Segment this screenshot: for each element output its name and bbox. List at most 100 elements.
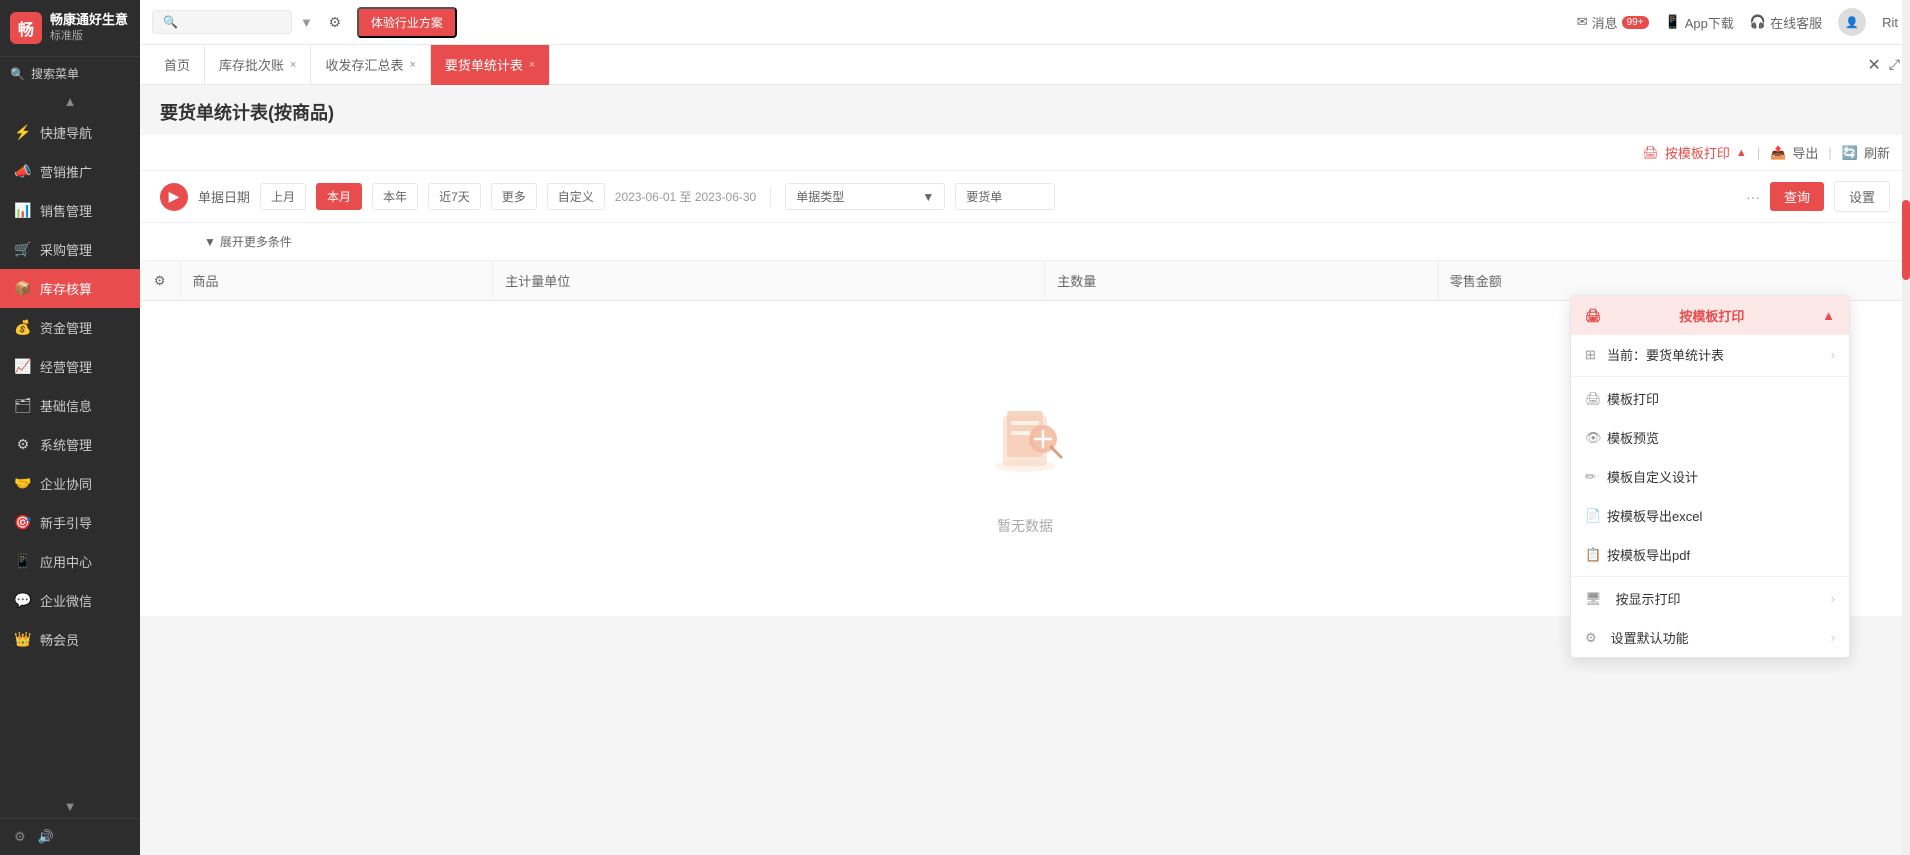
filter-toggle-btn[interactable]: ▶ — [160, 183, 188, 211]
template-export-pdf-item[interactable]: 📋 按模板导出pdf — [1571, 535, 1849, 574]
date-btn-more[interactable]: 更多 — [491, 183, 537, 210]
default-settings-icon: ⚙ — [1585, 630, 1597, 646]
print-template-btn[interactable]: 🖨 按模板打印 ▲ — [1642, 143, 1746, 162]
order-type-dropdown[interactable]: 单据类型 ▼ — [785, 183, 945, 210]
sidebar-bottom: ⚙ 🔊 — [0, 818, 140, 855]
quick-nav-icon: ⚡ — [14, 124, 32, 141]
sidebar-item-basics[interactable]: 🗂 基础信息 — [0, 386, 140, 425]
brand-name: 畅康通好生意 — [50, 12, 128, 29]
tab-inventory-batch-label: 库存批次账 — [219, 55, 284, 74]
speaker-icon[interactable]: 🔊 — [38, 829, 54, 845]
tab-order-stats-close[interactable]: × — [529, 59, 535, 71]
operations-icon: 📈 — [14, 358, 32, 375]
print-dropdown-popup: 🖨 按模板打印 ▲ ⊞ 当前：要货单统计表 🖨 模板打印 👁 模板预览 ✏ 模板… — [1570, 295, 1850, 658]
sidebar-item-label: 库存核算 — [40, 279, 92, 298]
settings-btn[interactable]: 设置 — [1834, 181, 1890, 212]
export-btn[interactable]: 📤 导出 — [1770, 143, 1818, 162]
sidebar-item-enterprise[interactable]: 🤝 企业协同 — [0, 464, 140, 503]
tab-close-window-btn[interactable]: ✕ — [1867, 55, 1880, 75]
expand-more-btn[interactable]: ▼ 展开更多条件 — [196, 229, 1890, 254]
template-preview-icon: 👁 — [1585, 430, 1602, 446]
sidebar-item-label: 应用中心 — [40, 552, 92, 571]
display-print-section[interactable]: 🖥 按显示打印 › — [1571, 579, 1849, 618]
sidebar-item-wechat[interactable]: 💬 企业微信 — [0, 581, 140, 620]
expand-more-row: ▼ 展开更多条件 — [140, 223, 1910, 261]
sidebar-item-purchase[interactable]: 🛒 采购管理 — [0, 230, 140, 269]
current-template-icon: ⊞ — [1585, 347, 1596, 363]
order-subtype-label: 要货单 — [966, 188, 1002, 205]
refresh-btn[interactable]: 🔄 刷新 — [1842, 143, 1890, 162]
sidebar-item-sales[interactable]: 📊 销售管理 — [0, 191, 140, 230]
order-type-label: 单据类型 — [796, 188, 844, 205]
download-icon: 📱 — [1665, 14, 1681, 30]
empty-icon — [975, 381, 1075, 500]
tab-restore-btn[interactable]: ⤢ — [1889, 56, 1900, 73]
sidebar-item-operations[interactable]: 📈 经营管理 — [0, 347, 140, 386]
online-service-btn[interactable]: 🎧 在线客服 — [1750, 13, 1822, 32]
tab-receive-summary[interactable]: 收发存汇总表 × — [311, 45, 430, 85]
template-preview-item[interactable]: 👁 模板预览 — [1571, 418, 1849, 457]
tab-inventory-batch-close[interactable]: × — [290, 59, 296, 71]
sidebar-item-system[interactable]: ⚙ 系统管理 — [0, 425, 140, 464]
filter-separator-1 — [770, 187, 771, 207]
username-label: Rit — [1882, 15, 1898, 30]
messages-badge: 99+ — [1622, 16, 1649, 29]
sidebar-item-guide[interactable]: 🎯 新手引导 — [0, 503, 140, 542]
export-icon: 📤 — [1770, 145, 1786, 161]
app-download-label: App下载 — [1685, 13, 1734, 32]
tab-inventory-batch[interactable]: 库存批次账 × — [205, 45, 311, 85]
enterprise-icon: 🤝 — [14, 475, 32, 492]
template-design-item[interactable]: ✏ 模板自定义设计 — [1571, 457, 1849, 496]
sidebar-item-finance[interactable]: 💰 资金管理 — [0, 308, 140, 347]
display-print-icon: 🖥 — [1585, 591, 1602, 607]
topbar-dropdown-arrow[interactable]: ▼ — [300, 15, 313, 30]
template-export-excel-item[interactable]: 📄 按模板导出excel — [1571, 496, 1849, 535]
sidebar-item-marketing[interactable]: 📣 营销推广 — [0, 152, 140, 191]
display-print-arrow: › — [1831, 591, 1835, 606]
main-area: 🔍 ▼ ⚙ 体验行业方案 ✉ 消息 99+ 📱 App下载 🎧 在线客服 👤 — [140, 0, 1910, 855]
default-settings-section[interactable]: ⚙ 设置默认功能 › — [1571, 618, 1849, 657]
filter-bar: ▶ 单据日期 上月 本月 本年 近7天 更多 自定义 2023-06-01 至 … — [140, 171, 1910, 223]
sidebar-search[interactable]: 🔍 搜索菜单 — [0, 57, 140, 90]
template-print-icon: 🖨 — [1585, 391, 1602, 407]
app-download-btn[interactable]: 📱 App下载 — [1665, 13, 1734, 32]
messages-label: 消息 — [1592, 13, 1618, 32]
order-subtype-dropdown[interactable]: 要货单 — [955, 183, 1055, 210]
tab-receive-summary-close[interactable]: × — [409, 59, 415, 71]
sidebar-scroll-up[interactable]: ▲ — [0, 90, 140, 113]
print-dropdown-close[interactable]: ▲ — [1822, 308, 1835, 323]
date-btn-this-year[interactable]: 本年 — [372, 183, 418, 210]
sidebar-item-inventory[interactable]: 📦 库存核算 — [0, 269, 140, 308]
date-btn-this-month[interactable]: 本月 — [316, 183, 362, 210]
template-design-label: 模板自定义设计 — [1607, 467, 1698, 486]
more-options-icon[interactable]: ··· — [1746, 189, 1760, 205]
trial-btn[interactable]: 体验行业方案 — [357, 7, 457, 38]
date-btn-last-month[interactable]: 上月 — [260, 183, 306, 210]
sidebar-item-members[interactable]: 👑 畅会员 — [0, 620, 140, 659]
col-settings[interactable]: ⚙ — [140, 261, 180, 301]
topbar-search-icon: 🔍 — [163, 15, 178, 29]
template-export-excel-label: 按模板导出excel — [1607, 506, 1702, 525]
print-icon: 🖨 — [1642, 145, 1659, 161]
date-btn-custom[interactable]: 自定义 — [547, 183, 605, 210]
user-avatar[interactable]: 👤 — [1838, 8, 1866, 36]
sidebar: 畅 畅康通好生意 标准版 🔍 搜索菜单 ▲ ⚡ 快捷导航 📣 营销推广 📊 销售… — [0, 0, 140, 855]
topbar-search-box[interactable]: 🔍 — [152, 10, 292, 34]
current-template-item[interactable]: ⊞ 当前：要货单统计表 — [1571, 335, 1849, 374]
messages-btn[interactable]: ✉ 消息 99+ — [1577, 13, 1649, 32]
sidebar-item-quick-nav[interactable]: ⚡ 快捷导航 — [0, 113, 140, 152]
app-logo-icon: 畅 — [10, 12, 42, 44]
template-print-item[interactable]: 🖨 模板打印 — [1571, 379, 1849, 418]
query-btn[interactable]: 查询 — [1770, 182, 1824, 211]
settings-gear-icon[interactable]: ⚙ — [14, 829, 26, 845]
service-icon: 🎧 — [1750, 14, 1766, 30]
date-btn-7days[interactable]: 近7天 — [428, 183, 481, 210]
topbar-gear-btn[interactable]: ⚙ — [321, 8, 349, 36]
scrollbar-thumb[interactable] — [1902, 200, 1910, 280]
page-title: 要货单统计表(按商品) — [140, 85, 1910, 135]
inventory-icon: 📦 — [14, 280, 32, 297]
tab-order-stats[interactable]: 要货单统计表 × — [431, 45, 550, 85]
sidebar-scroll-down[interactable]: ▼ — [0, 795, 140, 818]
sidebar-item-appstore[interactable]: 📱 应用中心 — [0, 542, 140, 581]
tab-home[interactable]: 首页 — [150, 45, 205, 85]
